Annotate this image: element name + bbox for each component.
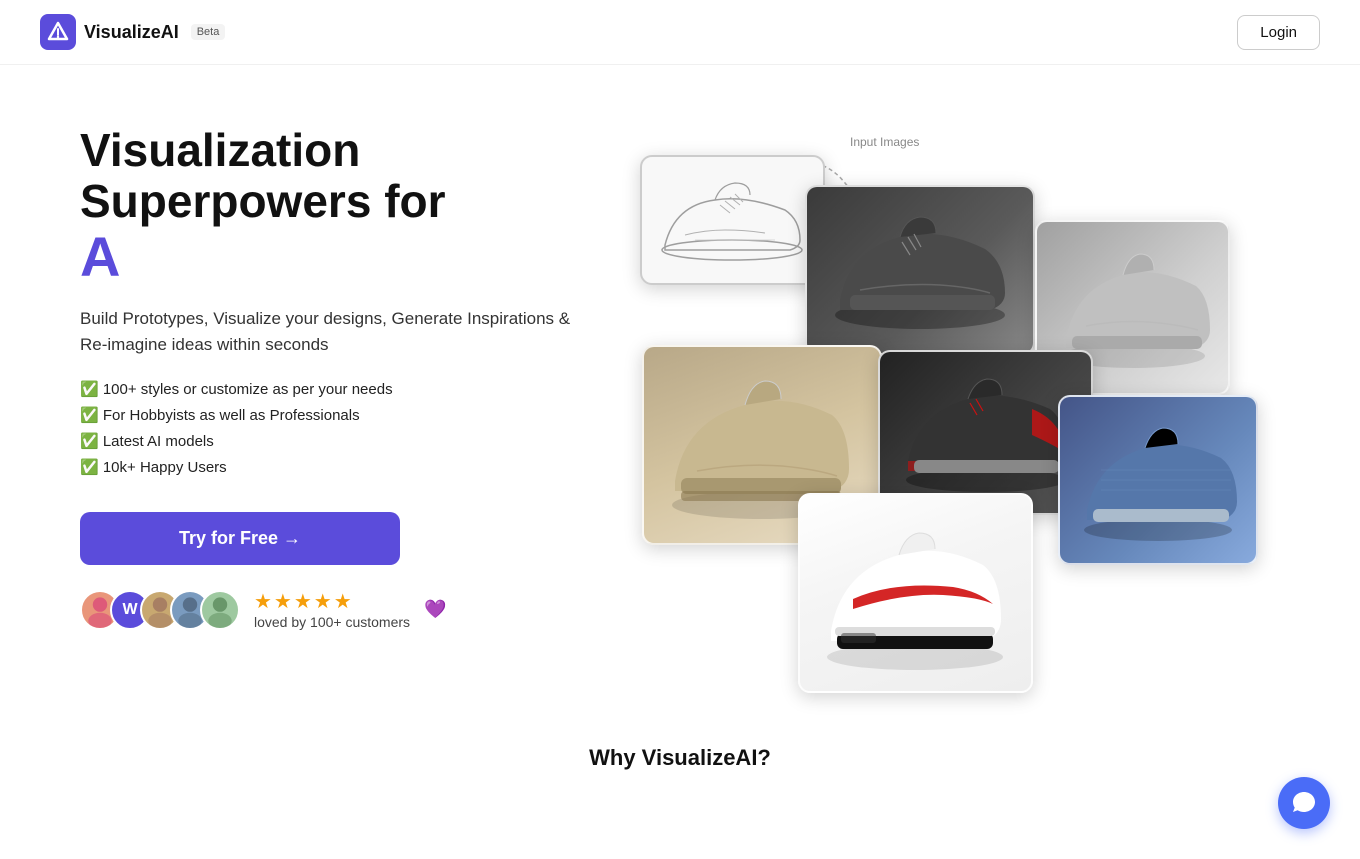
login-button[interactable]: Login [1237, 15, 1320, 50]
chat-icon [1291, 790, 1317, 816]
star-rating: ★★★★★ [254, 589, 410, 614]
input-images-label: Input Images [850, 135, 919, 149]
chat-button[interactable] [1278, 777, 1330, 829]
hero-collage: Input Images [640, 125, 1260, 685]
sneaker-sketch-svg [655, 175, 810, 265]
shoe-dark-red-svg [892, 365, 1080, 500]
navbar: VisualizeAI Beta Login [0, 0, 1360, 65]
try-for-free-button[interactable]: Try for Free → [80, 512, 400, 565]
shoe-card-blue [1058, 395, 1258, 565]
hero-section: Visualization Superpowers for A Build Pr… [0, 65, 1360, 725]
hero-left: Visualization Superpowers for A Build Pr… [80, 125, 600, 630]
hero-features: ✅ 100+ styles or customize as per your n… [80, 380, 600, 476]
sub-section-title: Why VisualizeAI? [589, 745, 771, 770]
shoe-sketch-card [640, 155, 825, 285]
loved-text: loved by 100+ customers [254, 614, 410, 630]
hero-description: Build Prototypes, Visualize your designs… [80, 306, 600, 359]
shoe-red-white-svg [813, 509, 1018, 677]
heart-icon: 💜 [424, 599, 446, 620]
feature-2: ✅ For Hobbyists as well as Professionals [80, 406, 600, 424]
feature-1: ✅ 100+ styles or customize as per your n… [80, 380, 600, 398]
avatar-5 [200, 590, 240, 630]
sub-section: Why VisualizeAI? [0, 725, 1360, 781]
hero-title-accent: A [80, 225, 120, 288]
logo-text: VisualizeAI [84, 22, 179, 43]
feature-3: ✅ Latest AI models [80, 432, 600, 450]
shoe-card-red-white [798, 493, 1033, 693]
logo[interactable]: VisualizeAI Beta [40, 14, 225, 50]
hero-title: Visualization Superpowers for A [80, 125, 600, 288]
shoe-card-dark [805, 185, 1035, 355]
logo-icon [40, 14, 76, 50]
feature-4: ✅ 10k+ Happy Users [80, 458, 600, 476]
rating-group: ★★★★★ loved by 100+ customers [254, 589, 410, 630]
avatar-group: W [80, 590, 240, 630]
social-proof: W ★★★★★ loved by 100+ customers 💜 [80, 589, 600, 630]
shoe-dark-svg [820, 205, 1020, 335]
beta-badge: Beta [191, 24, 226, 40]
shoe-blue-svg [1071, 410, 1246, 550]
